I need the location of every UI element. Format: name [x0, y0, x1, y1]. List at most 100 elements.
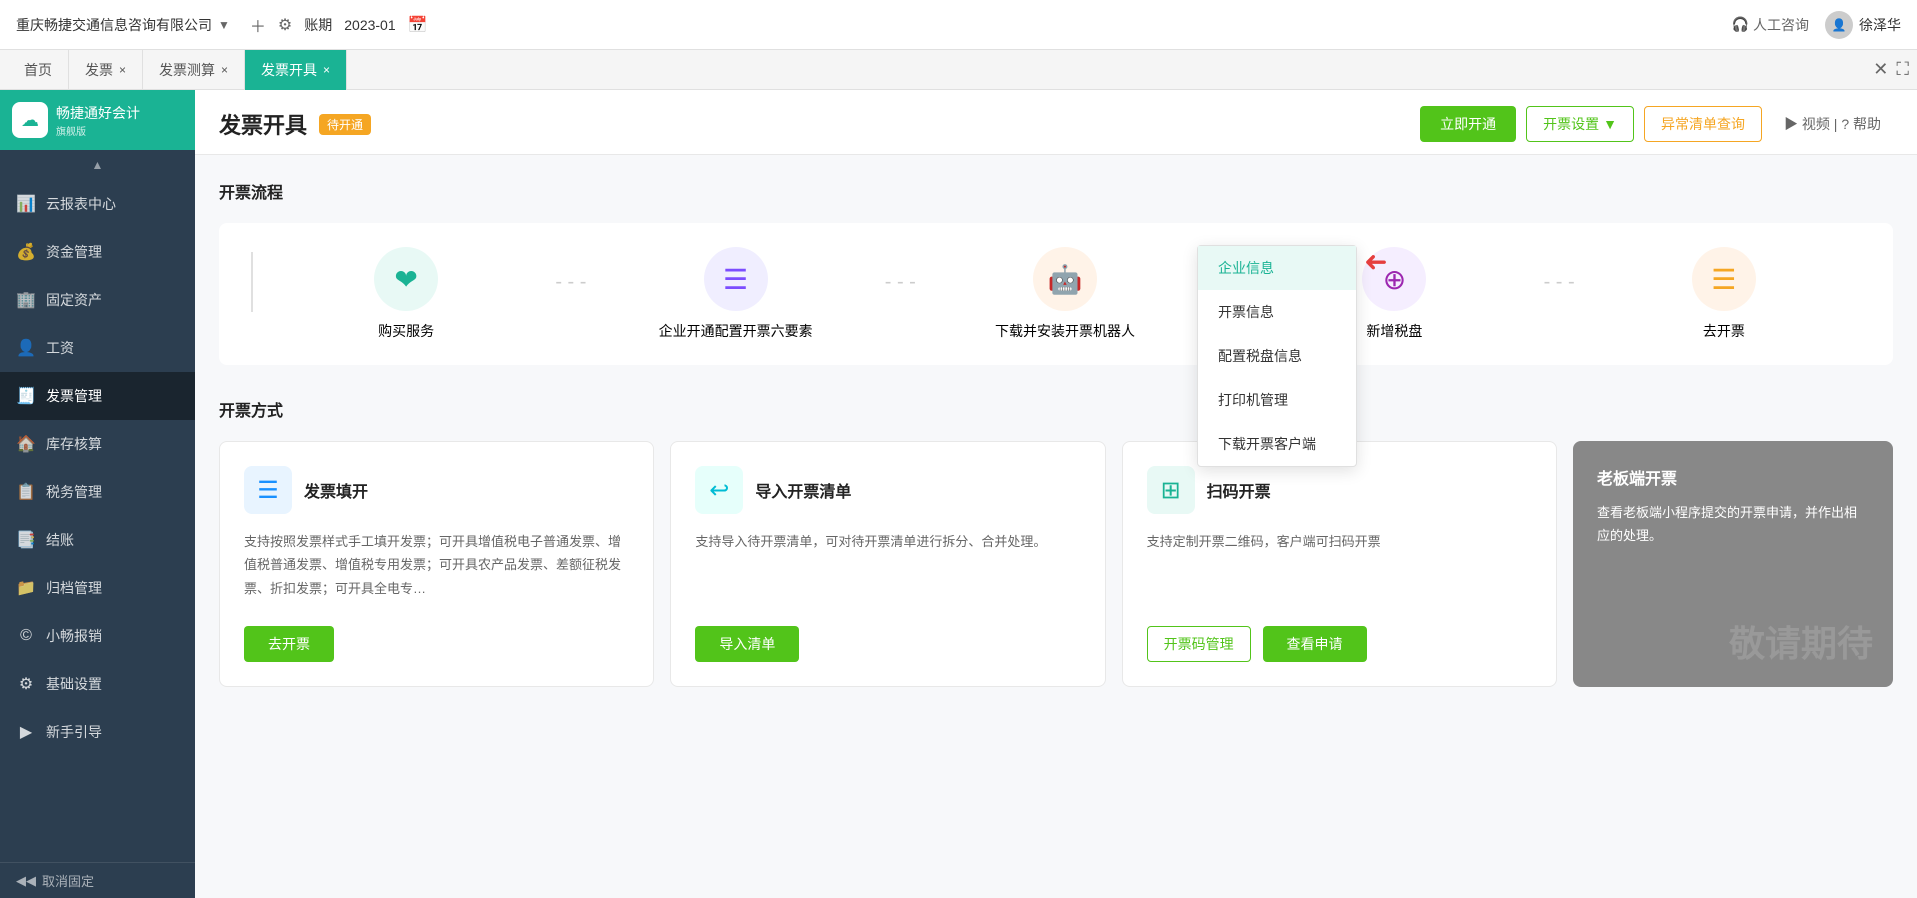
dropdown-item-download-client[interactable]: 下载开票客户端 [1198, 422, 1356, 466]
import-list-btn[interactable]: 导入清单 [695, 626, 799, 662]
dropdown-item-invoice-info[interactable]: 开票信息 [1198, 290, 1356, 334]
sidebar-logo[interactable]: ☁ 畅捷通好会计 旗舰版 [0, 90, 195, 150]
add-icon[interactable]: ＋ [250, 13, 266, 37]
flow-step-config: ☰ 企业开通配置开票六要素 [590, 247, 880, 341]
sidebar-label-cloud-report: 云报表中心 [46, 194, 116, 214]
sidebar-item-inventory[interactable]: 🏠 库存核算 [0, 420, 195, 468]
sidebar-item-cloud-report[interactable]: 📊 云报表中心 [0, 180, 195, 228]
capital-icon: 💰 [16, 242, 36, 262]
payroll-icon: 👤 [16, 338, 36, 358]
tab-invoice[interactable]: 发票 × [69, 50, 143, 90]
abnormal-list-button[interactable]: 异常清单查询 [1644, 106, 1762, 142]
top-bar: 重庆畅捷交通信息咨询有限公司 ▼ ＋ ⚙ 账期 2023-01 📅 🎧 人工咨询… [0, 0, 1917, 50]
sidebar-label-payroll: 工资 [46, 338, 74, 358]
dropdown-menu: 企业信息 开票信息 配置税盘信息 打印机管理 下载开票客户端 [1197, 245, 1357, 467]
boss-card: 老板端开票 查看老板端小程序提交的开票申请，并作出相应的处理。 敬请期待 [1573, 441, 1893, 687]
sidebar-item-settle[interactable]: 📑 结账 [0, 516, 195, 564]
tab-invoice-issue-label: 发票开具 [261, 60, 317, 80]
method-fill-desc: 支持按照发票样式手工填开发票；可开具增值税电子普通发票、增值税普通发票、增值税专… [244, 530, 629, 610]
sidebar-label-archive: 归档管理 [46, 578, 102, 598]
sidebar-item-capital[interactable]: 💰 资金管理 [0, 228, 195, 276]
sidebar-item-invoice-mgmt[interactable]: 🧾 发票管理 [0, 372, 195, 420]
methods-section-title: 开票方式 [219, 397, 1893, 421]
flow-step-buy-icon: ❤ [374, 247, 438, 311]
method-fill-header: ☰ 发票填开 [244, 466, 629, 514]
tab-home-label: 首页 [24, 60, 52, 80]
sidebar-item-basic-settings[interactable]: ⚙ 基础设置 [0, 660, 195, 708]
logo-title: 畅捷通好会计 [56, 103, 140, 123]
help-label: 帮助 [1853, 116, 1881, 132]
flow-step-issue-icon: ☰ [1692, 247, 1756, 311]
sidebar-scroll-area: 📊 云报表中心 💰 资金管理 🏢 固定资产 👤 工资 🧾 发票管理 🏠 [0, 180, 195, 862]
sidebar-item-tax[interactable]: 📋 税务管理 [0, 468, 195, 516]
method-scan-header: ⊞ 扫码开票 [1147, 466, 1532, 514]
tab-home[interactable]: 首页 [8, 50, 69, 90]
tab-invoice-issue[interactable]: 发票开具 × [245, 50, 347, 90]
qr-manage-btn[interactable]: 开票码管理 [1147, 626, 1251, 662]
sidebar-item-new-guide[interactable]: ▶ 新手引导 [0, 708, 195, 756]
method-scan-title: 扫码开票 [1207, 478, 1271, 502]
sidebar-label-basic-settings: 基础设置 [46, 674, 102, 694]
sidebar-item-archive[interactable]: 📁 归档管理 [0, 564, 195, 612]
tab-invoice-calc-label: 发票测算 [159, 60, 215, 80]
settings-icon[interactable]: ⚙ [278, 15, 292, 35]
logo-text: 畅捷通好会计 旗舰版 [56, 103, 140, 138]
flow-section-title: 开票流程 [219, 179, 1893, 203]
sidebar: ☁ 畅捷通好会计 旗舰版 ▲ 📊 云报表中心 💰 资金管理 🏢 固定资产 👤 [0, 90, 195, 898]
activate-button[interactable]: 立即开通 [1420, 106, 1516, 142]
tax-icon: 📋 [16, 482, 36, 502]
flow-step-taxdisk-label: 新增税盘 [1366, 321, 1422, 341]
tab-invoice-issue-close[interactable]: × [323, 63, 330, 77]
method-scan-desc: 支持定制开票二维码，客户端可扫码开票 [1147, 530, 1532, 610]
top-bar-actions: ＋ ⚙ 账期 2023-01 📅 [250, 13, 428, 37]
user-info[interactable]: 👤 徐泽华 [1825, 11, 1901, 39]
method-import-desc: 支持导入待开票清单，可对待开票清单进行拆分、合并处理。 [695, 530, 1080, 610]
method-import-header: ↩ 导入开票清单 [695, 466, 1080, 514]
sidebar-label-tax: 税务管理 [46, 482, 102, 502]
sidebar-item-fixed-assets[interactable]: 🏢 固定资产 [0, 276, 195, 324]
page-title: 发票开具 [219, 108, 307, 140]
tab-bar: 首页 发票 × 发票测算 × 发票开具 × ✕ ⛶ [0, 50, 1917, 90]
unpin-icon: ◀◀ [16, 873, 36, 889]
methods-grid: ☰ 发票填开 支持按照发票样式手工填开发票；可开具增值税电子普通发票、增值税普通… [219, 441, 1893, 687]
content-area: 发票开具 待开通 立即开通 开票设置 ▼ 异常清单查询 ▶ 视频 | ? 帮助 [195, 90, 1917, 898]
page-actions: 立即开通 开票设置 ▼ 异常清单查询 ▶ 视频 | ? 帮助 [1420, 106, 1893, 142]
settings-dropdown-button[interactable]: 开票设置 ▼ [1526, 106, 1634, 142]
company-selector[interactable]: 重庆畅捷交通信息咨询有限公司 ▼ [16, 15, 230, 35]
new-guide-icon: ▶ [16, 722, 36, 742]
play-icon: ▶ [1784, 116, 1798, 132]
calendar-icon[interactable]: 📅 [408, 15, 428, 35]
flow-step-issue: ☰ 去开票 [1579, 247, 1869, 341]
sidebar-label-new-guide: 新手引导 [46, 722, 102, 742]
video-button[interactable]: ▶ 视频 | ? 帮助 [1772, 107, 1893, 141]
service-button[interactable]: 🎧 人工咨询 [1732, 15, 1809, 35]
sidebar-bottom-label: 取消固定 [42, 871, 94, 890]
sidebar-scroll-up[interactable]: ▲ [0, 150, 195, 180]
settle-icon: 📑 [16, 530, 36, 550]
dropdown-item-tax-config[interactable]: 配置税盘信息 [1198, 334, 1356, 378]
tab-invoice-close[interactable]: × [119, 63, 126, 77]
close-tab-icon[interactable]: ✕ [1873, 59, 1888, 80]
tab-invoice-calc-close[interactable]: × [221, 63, 228, 77]
maximize-icon[interactable]: ⛶ [1896, 59, 1909, 80]
settings-chevron-icon: ▼ [1603, 116, 1617, 132]
video-label: 视频 [1802, 116, 1830, 132]
dropdown-item-printer[interactable]: 打印机管理 [1198, 378, 1356, 422]
method-import-title: 导入开票清单 [755, 478, 851, 502]
view-apply-btn[interactable]: 查看申请 [1263, 626, 1367, 662]
sidebar-bottom[interactable]: ◀◀ 取消固定 [0, 862, 195, 898]
sidebar-item-payroll[interactable]: 👤 工资 [0, 324, 195, 372]
tab-invoice-calc[interactable]: 发票测算 × [143, 50, 245, 90]
archive-icon: 📁 [16, 578, 36, 598]
boss-card-title: 老板端开票 [1597, 465, 1869, 489]
cloud-report-icon: 📊 [16, 194, 36, 214]
fill-goto-btn[interactable]: 去开票 [244, 626, 334, 662]
settings-button-label: 开票设置 [1543, 114, 1599, 134]
sidebar-item-xiaochang[interactable]: © 小畅报销 [0, 612, 195, 660]
tab-bar-controls: ✕ ⛶ [1873, 59, 1917, 80]
dropdown-item-company-info[interactable]: 企业信息 [1198, 246, 1356, 290]
method-card-scan: ⊞ 扫码开票 支持定制开票二维码，客户端可扫码开票 开票码管理 查看申请 [1122, 441, 1557, 687]
flow-steps: ❤ 购买服务 - - - ☰ 企业开通配置开票六要素 - - - 🤖 下载并安装… [219, 223, 1893, 365]
logo-icon: ☁ [12, 102, 48, 138]
sidebar-label-settle: 结账 [46, 530, 74, 550]
